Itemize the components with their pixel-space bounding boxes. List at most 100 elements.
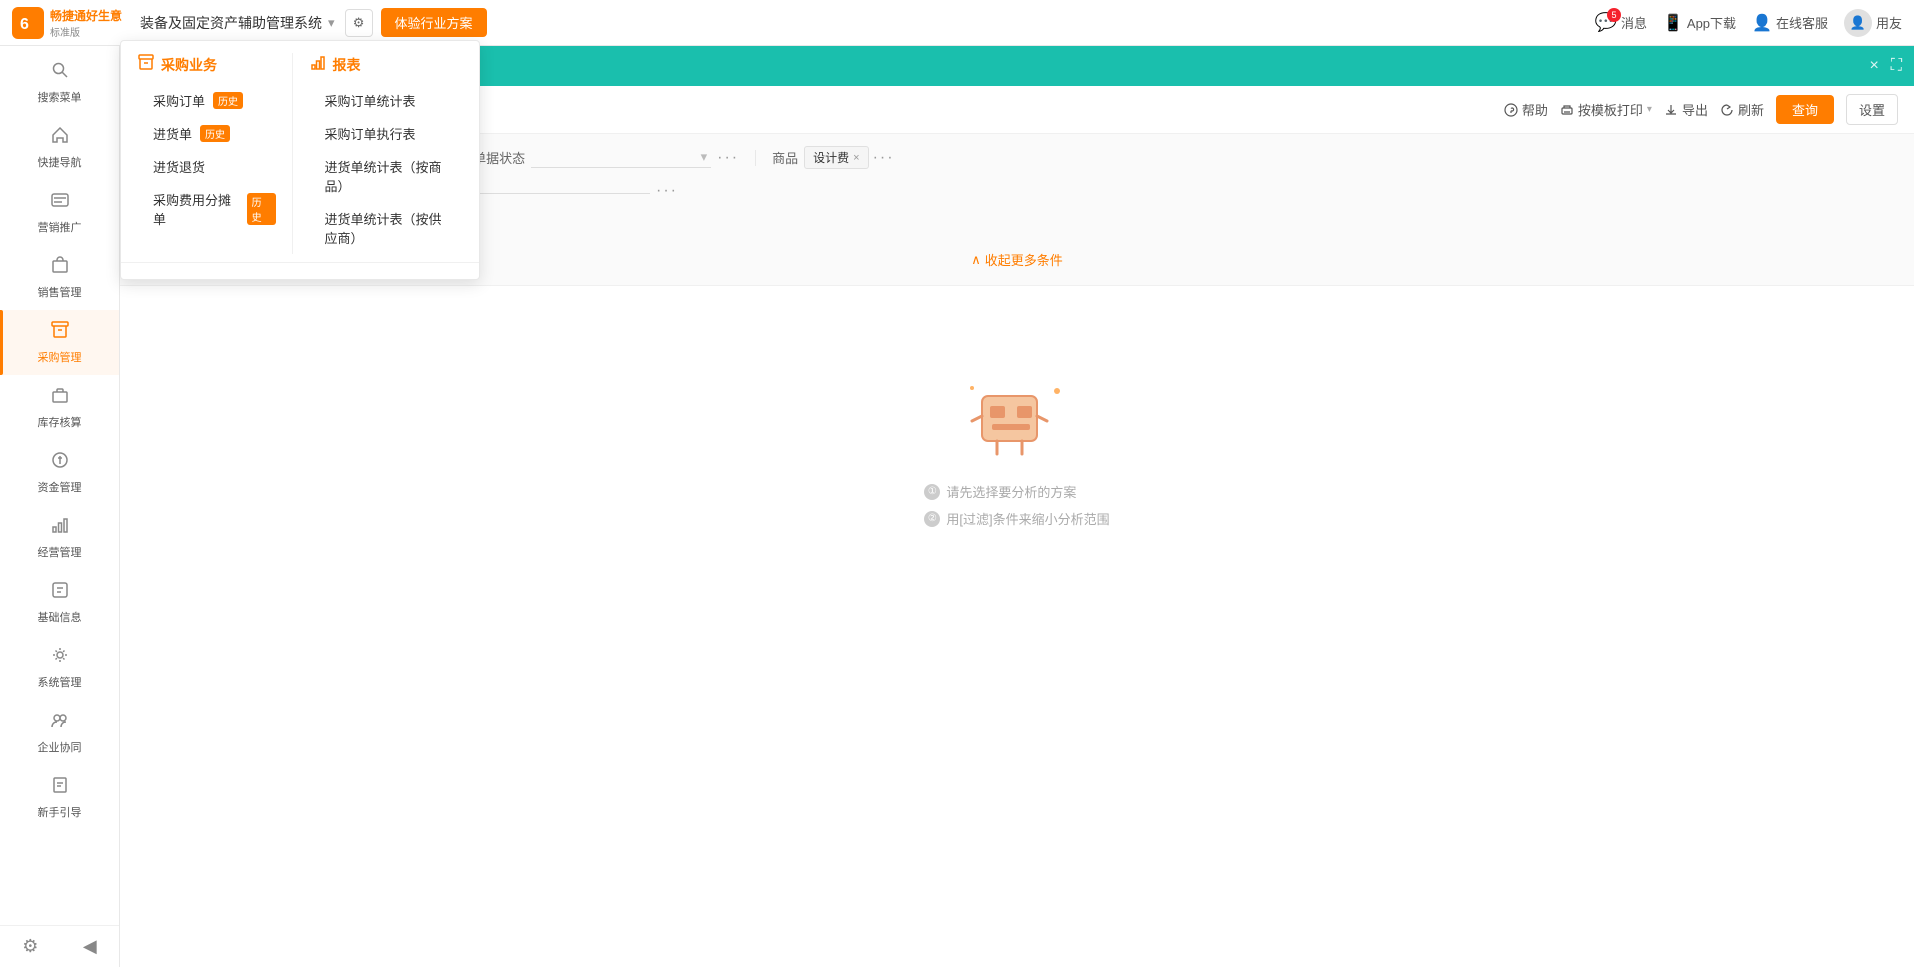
goods-more-button[interactable]: ··· (873, 149, 895, 167)
query-button[interactable]: 查询 (1776, 95, 1834, 124)
sidebar-label-quick-nav: 快捷导航 (38, 154, 82, 170)
message-badge: 💬 5 (1595, 12, 1617, 33)
message-button[interactable]: 💬 5 消息 (1595, 12, 1647, 33)
sidebar-item-sales[interactable]: 销售管理 (0, 245, 119, 310)
export-button[interactable]: 导出 (1664, 100, 1708, 119)
purchase-dropdown-menu: 采购业务 采购订单 历史 进货单 历史 进货退货 采购费用分摊单 历史 (120, 40, 480, 280)
online-service-label: 在线客服 (1776, 13, 1828, 32)
tip2-text: 用[过滤]条件来缩小分析范围 (946, 509, 1109, 528)
goods-receipt-history-badge[interactable]: 历史 (200, 125, 230, 142)
report-goods-by-product[interactable]: 进货单统计表（按商品） (309, 150, 464, 202)
user-name-label: 用友 (1876, 13, 1902, 32)
sidebar-label-purchase: 采购管理 (38, 349, 82, 365)
goods-label: 商品 (772, 148, 798, 167)
salesperson-more-button[interactable]: ··· (656, 182, 678, 200)
report-col-title: 报表 (309, 53, 464, 76)
sidebar-label-enterprise: 企业协同 (38, 739, 82, 755)
salesperson-value[interactable] (450, 189, 650, 194)
sidebar-item-guide[interactable]: 新手引导 (0, 765, 119, 830)
marketing-icon (50, 190, 70, 215)
purchase-icon (50, 320, 70, 345)
purchase-col-title: 采购业务 (137, 53, 292, 76)
user-menu-button[interactable]: 👤 用友 (1844, 9, 1902, 37)
report-goods-by-supplier-label: 进货单统计表（按供应商） (325, 212, 442, 246)
sidebar-item-purchase[interactable]: 采购管理 (0, 310, 119, 375)
purchase-expense-label: 采购费用分摊单 (153, 190, 239, 228)
purchase-expense-history-badge[interactable]: 历史 (247, 193, 276, 225)
guide-icon (50, 775, 70, 800)
sales-icon (50, 255, 70, 280)
industry-solution-button[interactable]: 体验行业方案 (381, 8, 487, 37)
sidebar-item-quick-nav[interactable]: 快捷导航 (0, 115, 119, 180)
purchase-col-label: 采购业务 (161, 55, 217, 75)
report-purchase-order-exec[interactable]: 采购订单执行表 (309, 117, 464, 150)
settings-button[interactable]: 设置 (1846, 94, 1898, 125)
search-icon (50, 60, 70, 85)
sidebar-item-basic[interactable]: 基础信息 (0, 570, 119, 635)
sidebar-label-basic: 基础信息 (38, 609, 82, 625)
print-label: 按模板打印 (1578, 100, 1643, 119)
collapse-button[interactable]: ∧ 收起更多条件 (971, 246, 1063, 273)
sidebar-item-system[interactable]: 系统管理 (0, 635, 119, 700)
report-purchase-order-stat-label: 采购订单统计表 (325, 94, 416, 109)
tab-bar-right: × ⛶ (1865, 57, 1914, 75)
sidebar-label-guide: 新手引导 (38, 804, 82, 820)
bill-status-value[interactable]: ▾ (531, 147, 711, 168)
inventory-icon (50, 385, 70, 410)
report-purchase-order-stat[interactable]: 采购订单统计表 (309, 84, 464, 117)
message-count: 5 (1607, 8, 1621, 22)
purchase-expense-item[interactable]: 采购费用分摊单 历史 (137, 183, 292, 235)
refresh-label: 刷新 (1738, 100, 1764, 119)
purchase-order-item[interactable]: 采购订单 历史 (137, 84, 292, 117)
sidebar-collapse-button[interactable]: ◀ (83, 936, 97, 957)
sidebar-settings-button[interactable]: ⚙ (22, 936, 38, 957)
print-dropdown-icon[interactable]: ▾ (1647, 104, 1652, 115)
sidebar-item-marketing[interactable]: 营销推广 (0, 180, 119, 245)
empty-tips: ① 请先选择要分析的方案 ② 用[过滤]条件来缩小分析范围 (924, 478, 1109, 532)
purchase-order-history-badge[interactable]: 历史 (213, 92, 243, 109)
sidebar-bottom: ⚙ ◀ (0, 925, 119, 967)
system-name: 装备及固定资产辅助管理系统 (140, 13, 322, 33)
app-download-label: App下载 (1687, 13, 1736, 32)
logo-area: 6 畅捷通好生意 标准版 (12, 7, 132, 39)
online-service-button[interactable]: 👤 在线客服 (1752, 13, 1828, 33)
tab-close-all-button[interactable]: × (1865, 57, 1882, 75)
tip1-text: 请先选择要分析的方案 (946, 482, 1076, 501)
logo-icon: 6 (12, 7, 44, 39)
logo-text: 畅捷通好生意 (50, 7, 122, 24)
finance-icon (50, 450, 70, 475)
goods-tag: 设计费 × (804, 146, 868, 169)
print-template-button[interactable]: 按模板打印 ▾ (1560, 100, 1652, 119)
basic-icon (50, 580, 70, 605)
purchase-col: 采购业务 采购订单 历史 进货单 历史 进货退货 采购费用分摊单 历史 (137, 53, 292, 254)
empty-state: ① 请先选择要分析的方案 ② 用[过滤]条件来缩小分析范围 (120, 286, 1914, 612)
filter-bill-status: 单据状态 ▾ ··· (473, 147, 739, 168)
help-label: 帮助 (1522, 100, 1548, 119)
sidebar-item-finance[interactable]: 资金管理 (0, 440, 119, 505)
sidebar-item-search[interactable]: 搜索菜单 (0, 50, 119, 115)
goods-return-item[interactable]: 进货退货 (137, 150, 292, 183)
sidebar-label-marketing: 营销推广 (38, 219, 82, 235)
app-download-button[interactable]: 📱 App下载 (1663, 13, 1736, 33)
bill-status-more-button[interactable]: ··· (717, 149, 739, 167)
goods-receipt-item[interactable]: 进货单 历史 (137, 117, 292, 150)
bill-status-label: 单据状态 (473, 148, 525, 167)
user-avatar: 👤 (1844, 9, 1872, 37)
purchase-col-icon (137, 53, 155, 76)
sidebar-item-inventory[interactable]: 库存核算 (0, 375, 119, 440)
operation-icon (50, 515, 70, 540)
report-goods-by-supplier[interactable]: 进货单统计表（按供应商） (309, 202, 464, 254)
sidebar-item-enterprise[interactable]: 企业协同 (0, 700, 119, 765)
sidebar: 搜索菜单 快捷导航 营销推广 销售管理 采购管理 (0, 46, 120, 967)
sidebar-label-search: 搜索菜单 (38, 89, 82, 105)
sidebar-item-operation[interactable]: 经营管理 (0, 505, 119, 570)
header-settings-button[interactable]: ⚙ (345, 9, 373, 37)
goods-tag-close-button[interactable]: × (853, 152, 859, 164)
report-col-label: 报表 (333, 55, 361, 75)
active-indicator (0, 310, 3, 375)
refresh-button[interactable]: 刷新 (1720, 100, 1764, 119)
dropdown-arrow-icon[interactable]: ▾ (328, 15, 335, 31)
help-button[interactable]: 帮助 (1504, 100, 1548, 119)
export-label: 导出 (1682, 100, 1708, 119)
tab-fullscreen-button[interactable]: ⛶ (1887, 57, 1906, 75)
